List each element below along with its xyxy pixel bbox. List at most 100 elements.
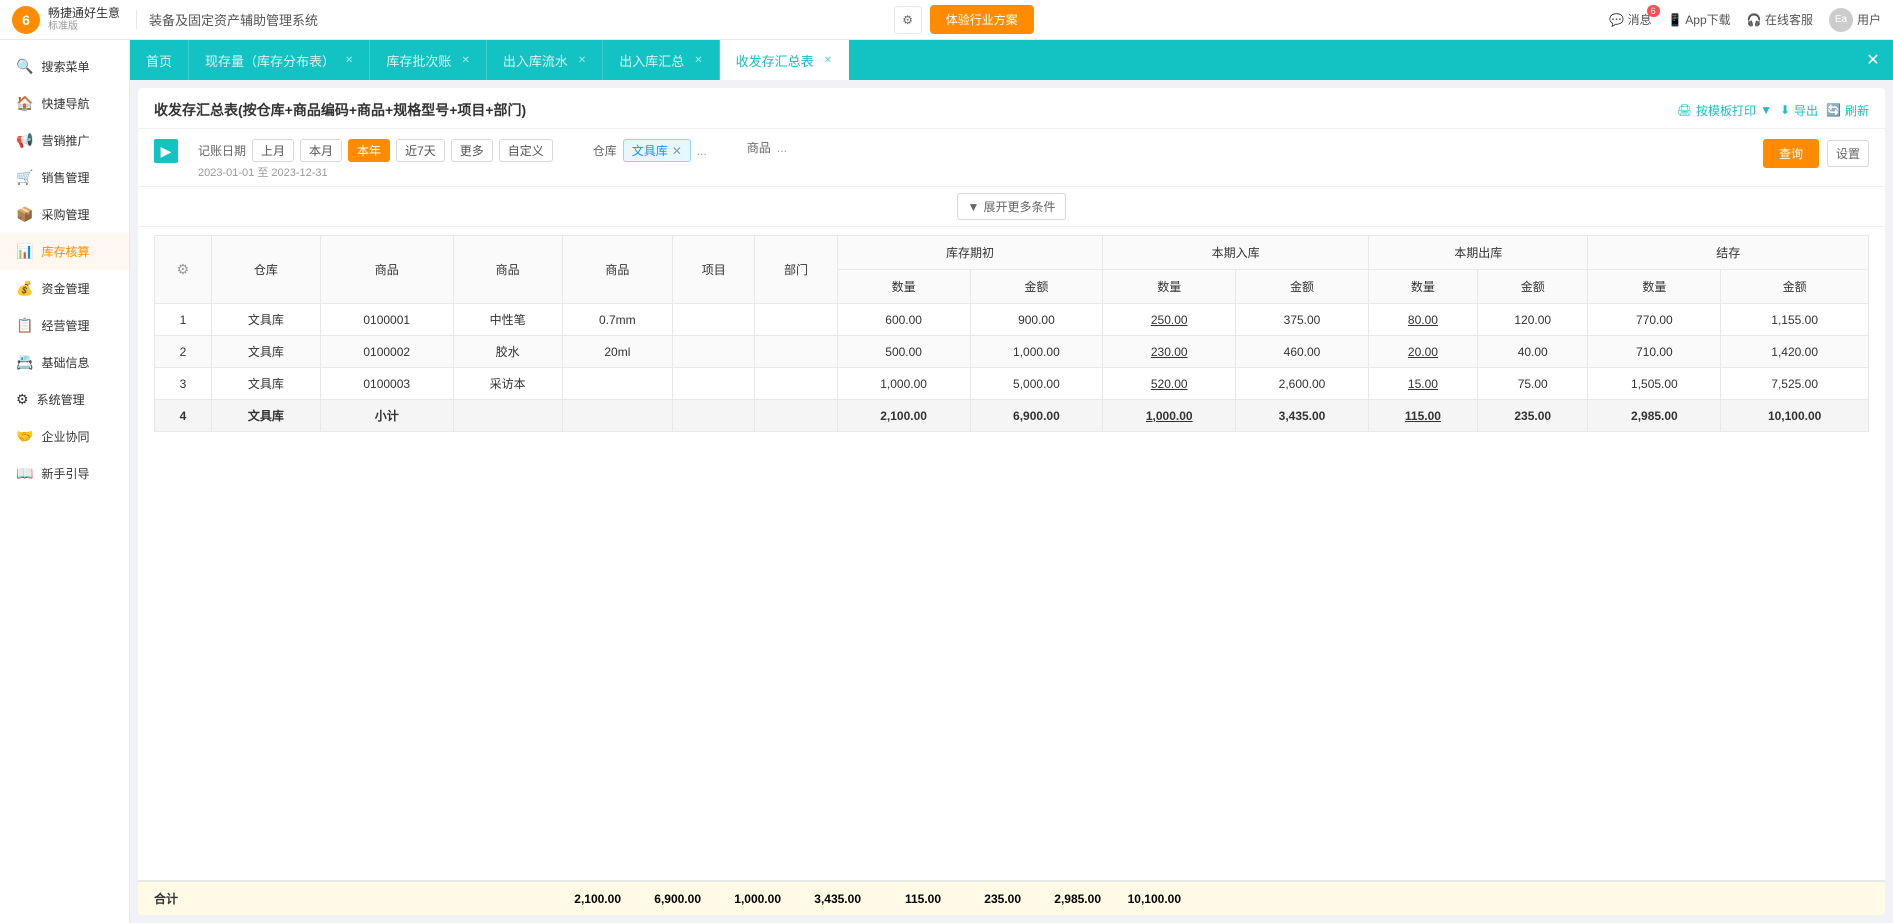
sidebar-item-marketing[interactable]: 📢 营销推广 [0, 122, 129, 159]
header-actions: 🖨 按模板打印 ▼ ⬇ 导出 🔄 刷新 [1677, 102, 1869, 119]
sidebar-item-label: 基础信息 [41, 354, 89, 371]
toggle-arrow-btn[interactable]: ▶ [154, 139, 178, 163]
footer-open-amt: 6,900.00 [629, 892, 709, 906]
th-in-amt: 金额 [1236, 270, 1369, 304]
sidebar-item-operations[interactable]: 📋 经营管理 [0, 307, 129, 344]
row2-bal-amt: 1,420.00 [1721, 336, 1869, 368]
message-badge[interactable]: 💬 消息 6 [1609, 11, 1651, 28]
export-icon: ⬇ [1780, 103, 1790, 117]
footer-label: 合计 [154, 890, 549, 907]
system-name: 装备及固定资产辅助管理系统 [136, 10, 318, 29]
toggle-icon: ▶ [154, 139, 178, 163]
sidebar-item-basic-info[interactable]: 📇 基础信息 [0, 344, 129, 381]
chevron-down-icon: ▼ [1760, 103, 1772, 117]
tab-close-in-out-summary[interactable]: ✕ [694, 55, 702, 66]
table-settings-icon[interactable]: ⚙ [177, 261, 190, 277]
row3-goods-name: 采访本 [453, 368, 562, 400]
tab-close-receipt-summary[interactable]: ✕ [824, 55, 832, 66]
app-download[interactable]: 📱 App下载 [1668, 11, 1731, 28]
page-content: 收发存汇总表(按仓库+商品编码+商品+规格型号+项目+部门) 🖨 按模板打印 ▼… [138, 88, 1885, 915]
subtotal-no: 4 [155, 400, 212, 432]
tab-bar-close[interactable]: ✕ [1853, 40, 1893, 80]
row3-bal-qty: 1,505.00 [1588, 368, 1721, 400]
home-icon: 🏠 [16, 95, 33, 112]
sidebar-item-label: 销售管理 [41, 169, 89, 186]
online-service[interactable]: 🎧 在线客服 [1747, 11, 1813, 28]
page-header: 收发存汇总表(按仓库+商品编码+商品+规格型号+项目+部门) 🖨 按模板打印 ▼… [138, 88, 1885, 129]
handshake-icon: 🤝 [16, 428, 33, 445]
cart-icon: 🛒 [16, 169, 33, 186]
tab-receipt-summary[interactable]: 收发存汇总表 ✕ [720, 40, 849, 80]
sidebar-item-guide[interactable]: 📖 新手引导 [0, 455, 129, 492]
sidebar-item-system[interactable]: ⚙ 系统管理 [0, 381, 129, 418]
goods-more-btn[interactable]: ... [777, 141, 787, 155]
tab-in-out-flow[interactable]: 出入库流水 ✕ [487, 40, 603, 80]
print-button[interactable]: 🖨 按模板打印 ▼ [1677, 102, 1772, 119]
th-open-qty: 数量 [837, 270, 970, 304]
warehouse-tag-close[interactable]: ✕ [672, 144, 682, 158]
footer-total: 合计 2,100.00 6,900.00 1,000.00 3,435.00 1… [138, 880, 1885, 915]
sidebar-item-inventory[interactable]: 📊 库存核算 [0, 233, 129, 270]
query-actions: 查询 设置 [1763, 139, 1869, 168]
book-icon: 📖 [16, 465, 33, 482]
exp-button[interactable]: 体验行业方案 [930, 5, 1034, 34]
row2-goods-spec: 20ml [562, 336, 672, 368]
footer-out-amt: 235.00 [949, 892, 1029, 906]
row1-out-qty[interactable]: 80.00 [1368, 304, 1477, 336]
expand-button[interactable]: ▼ 展开更多条件 [957, 193, 1067, 220]
table-row: 3 文具库 0100003 采访本 1,000.00 5,000.00 520.… [155, 368, 1869, 400]
row3-goods-code: 0100003 [320, 368, 453, 400]
tab-in-out-summary[interactable]: 出入库汇总 ✕ [603, 40, 719, 80]
refresh-icon: 🔄 [1826, 103, 1841, 117]
sidebar-item-sales[interactable]: 🛒 销售管理 [0, 159, 129, 196]
row2-in-qty[interactable]: 230.00 [1103, 336, 1236, 368]
query-button[interactable]: 查询 [1763, 139, 1819, 168]
date-btn-this-month[interactable]: 本月 [300, 139, 342, 162]
sidebar-item-finance[interactable]: 💰 资金管理 [0, 270, 129, 307]
data-table: ⚙ 仓库 商品 商品 商品 项目 部门 库存期初 本期入库 本期出库 结存 [154, 235, 1869, 432]
th-settings[interactable]: ⚙ [155, 236, 212, 304]
settings-button[interactable]: 设置 [1827, 140, 1869, 167]
date-btn-7days[interactable]: 近7天 [396, 139, 445, 162]
top-bar: 6 畅捷通好生意 标准版 装备及固定资产辅助管理系统 ⚙ 体验行业方案 💬 消息… [0, 0, 1893, 40]
subtotal-label: 小计 [320, 400, 453, 432]
row1-project [673, 304, 755, 336]
tab-home[interactable]: 首页 [130, 40, 189, 80]
tab-batch-ledger[interactable]: 库存批次账 ✕ [370, 40, 486, 80]
refresh-button[interactable]: 🔄 刷新 [1826, 102, 1869, 119]
top-bar-left: 6 畅捷通好生意 标准版 装备及固定资产辅助管理系统 [12, 6, 318, 34]
marketing-icon: 📢 [16, 132, 33, 149]
printer-icon: 🖨 [1677, 103, 1692, 117]
sidebar-item-enterprise[interactable]: 🤝 企业协同 [0, 418, 129, 455]
warehouse-filter-label: 仓库 [593, 142, 617, 159]
date-btn-more[interactable]: 更多 [451, 139, 493, 162]
row3-project [673, 368, 755, 400]
subtotal-out-qty[interactable]: 115.00 [1368, 400, 1477, 432]
subtotal-open-qty: 2,100.00 [837, 400, 970, 432]
subtotal-in-qty[interactable]: 1,000.00 [1103, 400, 1236, 432]
sidebar-item-purchase[interactable]: 📦 采购管理 [0, 196, 129, 233]
date-btn-this-year[interactable]: 本年 [348, 139, 390, 162]
tab-stock-dist[interactable]: 现存量（库存分布表） ✕ [189, 40, 370, 80]
date-btn-custom[interactable]: 自定义 [499, 139, 553, 162]
gear-button[interactable]: ⚙ [894, 6, 922, 34]
sidebar-item-search[interactable]: 🔍 搜索菜单 [0, 48, 129, 85]
system-icon: ⚙ [16, 391, 29, 408]
user-area[interactable]: Ea 用户 [1829, 8, 1881, 32]
tab-close-stock-dist[interactable]: ✕ [345, 55, 353, 66]
date-btn-prev-month[interactable]: 上月 [252, 139, 294, 162]
sidebar-item-quick-nav[interactable]: 🏠 快捷导航 [0, 85, 129, 122]
row2-out-qty[interactable]: 20.00 [1368, 336, 1477, 368]
row3-out-qty[interactable]: 15.00 [1368, 368, 1477, 400]
export-button[interactable]: ⬇ 导出 [1780, 102, 1818, 119]
th-open-amt: 金额 [970, 270, 1103, 304]
date-range-text: 2023-01-01 至 2023-12-31 [198, 164, 553, 180]
footer-out-qty: 115.00 [869, 892, 949, 906]
warehouse-more-btn[interactable]: ... [697, 144, 707, 158]
expand-icon: ▼ [968, 200, 980, 214]
row1-in-qty[interactable]: 250.00 [1103, 304, 1236, 336]
subtotal-bal-qty: 2,985.00 [1588, 400, 1721, 432]
tab-close-in-out-flow[interactable]: ✕ [578, 55, 586, 66]
tab-close-batch-ledger[interactable]: ✕ [461, 55, 469, 66]
row3-in-qty[interactable]: 520.00 [1103, 368, 1236, 400]
